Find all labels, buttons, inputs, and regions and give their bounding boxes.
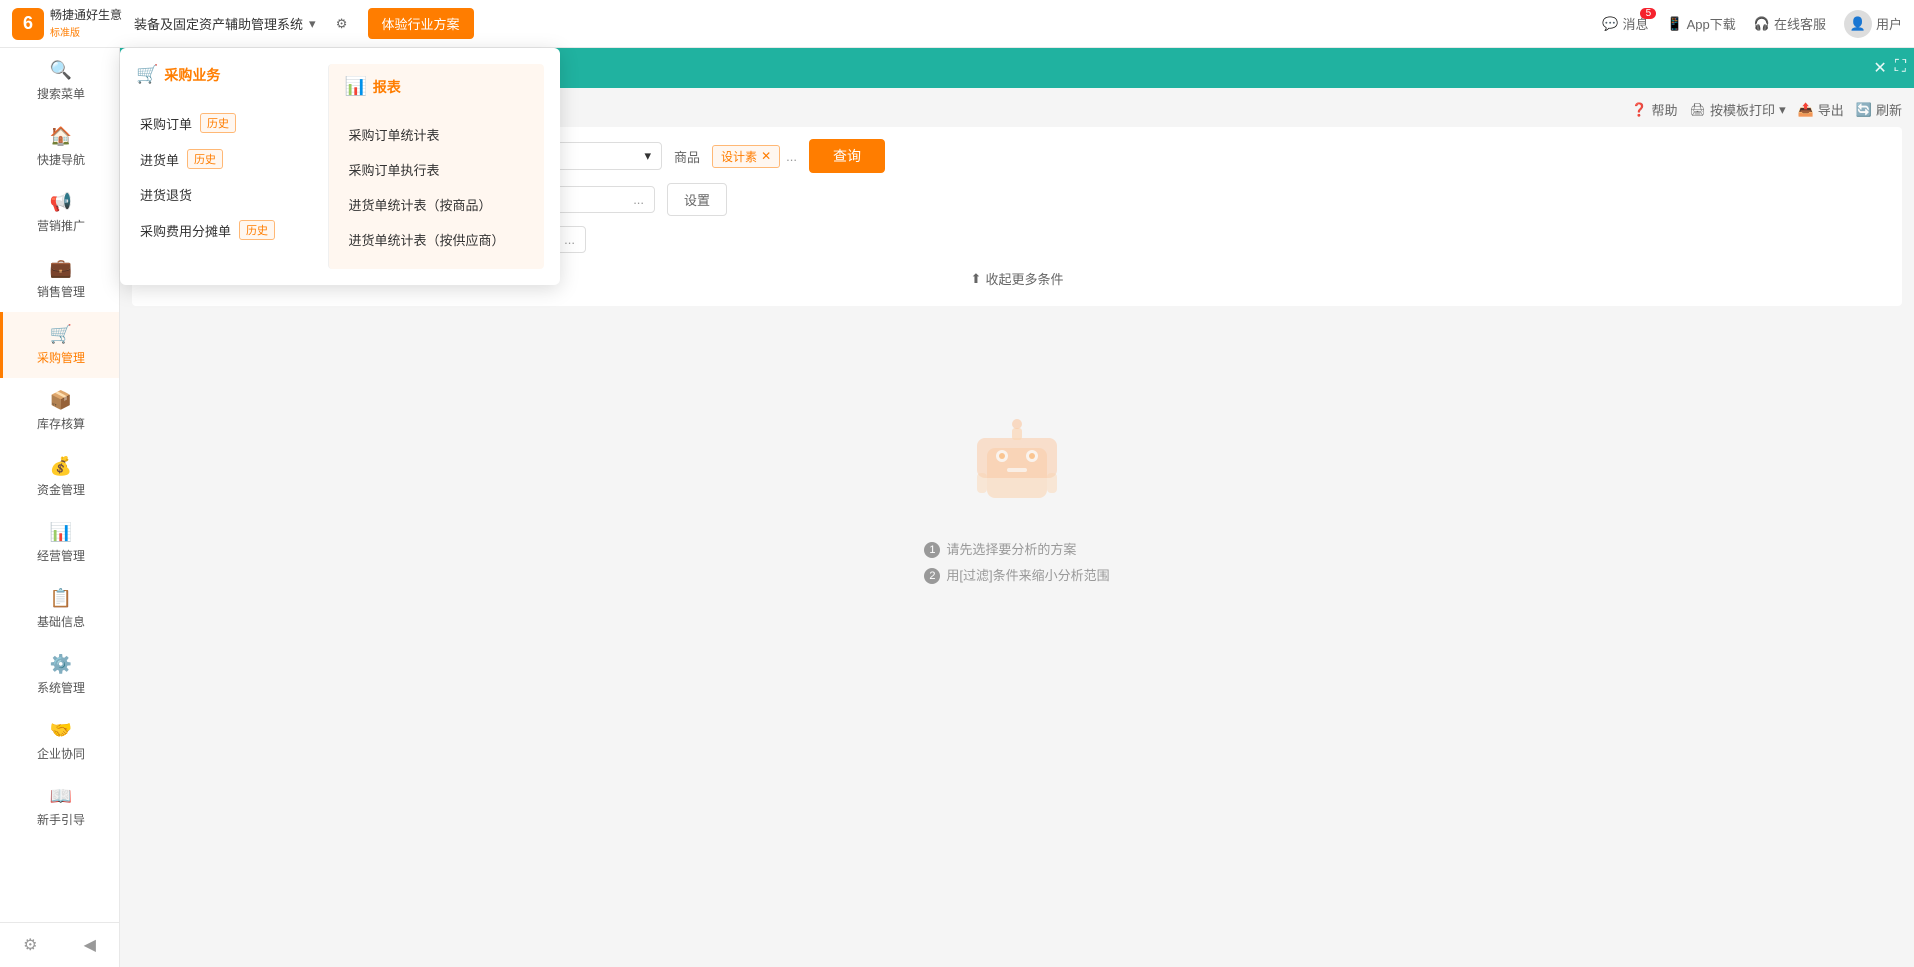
megaphone-icon: 📢 [50,192,72,213]
clipboard-icon: 📋 [50,588,72,609]
set-button[interactable]: 设置 [667,183,727,216]
menu-item-purchase-order-exec[interactable]: 采购订单执行表 [345,152,529,187]
goods-tag[interactable]: 设计素 ✕ [712,145,780,168]
top-bar: 6 畅捷通好生意 标准版 装备及固定资产辅助管理系统 ▾ ⚙ 体验行业方案 💬 … [0,0,1914,48]
print-icon: 🖨 [1690,102,1707,118]
book-icon: 📖 [50,786,72,807]
sidebar-item-cooperation[interactable]: 🤝 企业协同 [0,708,119,774]
sidebar-item-system[interactable]: ⚙️ 系统管理 [0,642,119,708]
tab-close-window-button[interactable]: ✕ [1873,58,1886,78]
logo-icon: 6 [12,8,44,40]
menu-item-incoming[interactable]: 进货单 历史 [136,141,320,177]
print-dropdown-icon[interactable]: ▾ [1779,102,1786,118]
empty-illustration [957,398,1077,521]
report-section-title: 📊 报表 [345,76,529,105]
user-menu-button[interactable]: 👤 用户 [1844,10,1902,38]
box-icon: 📦 [50,390,72,411]
app-download-button[interactable]: 📱 App下载 [1666,14,1735,33]
purchase-menu-section: 🛒 采购业务 采购订单 历史 进货单 历史 进货退货 采购费用分摊单 历史 [136,64,320,269]
menu-item-expense[interactable]: 采购费用分摊单 历史 [136,212,320,248]
system-dropdown-icon[interactable]: ▾ [309,16,316,32]
sidebar-item-marketing[interactable]: 📢 营销推广 [0,180,119,246]
home-icon: 🏠 [50,126,72,147]
empty-state: 1 请先选择要分析的方案 2 用[过滤]条件来缩小分析范围 [132,318,1902,669]
tab-maximize-button[interactable]: ⛶ [1895,58,1906,78]
message-icon: 💬 [1602,16,1618,32]
goods-tag-close[interactable]: ✕ [761,149,771,163]
sidebar-settings-button[interactable]: ⚙ [23,935,37,955]
export-button[interactable]: 📤 导出 [1798,100,1844,119]
refresh-icon: 🔄 [1856,102,1872,118]
collapse-up-icon: ⬆ [971,271,982,287]
gear-sidebar-icon: ⚙️ [50,654,72,675]
report-section-icon: 📊 [345,76,367,97]
empty-hints: 1 请先选择要分析的方案 2 用[过滤]条件来缩小分析范围 [924,537,1109,589]
sidebar-item-inventory[interactable]: 📦 库存核算 [0,378,119,444]
goods-label: 商品 [674,147,700,166]
handshake-icon: 🤝 [50,720,72,741]
industry-button[interactable]: 体验行业方案 [368,8,474,39]
gear-button[interactable]: ⚙ [328,10,356,38]
sidebar-item-quick[interactable]: 🏠 快捷导航 [0,114,119,180]
sidebar-item-operation[interactable]: 📊 经营管理 [0,510,119,576]
sidebar: 🔍 搜索菜单 🏠 快捷导航 📢 营销推广 💼 销售管理 🛒 采购管理 📦 库存核… [0,48,120,967]
sidebar-item-newbie[interactable]: 📖 新手引导 [0,774,119,840]
sidebar-item-purchase[interactable]: 🛒 采购管理 [0,312,119,378]
sidebar-item-search[interactable]: 🔍 搜索菜单 [0,48,119,114]
salesperson-dots: ... [633,192,644,207]
headset-icon: 🎧 [1754,16,1770,32]
top-right-area: 💬 消息 5 📱 App下载 🎧 在线客服 👤 用户 [1602,10,1902,38]
chart-icon: 📊 [50,522,72,543]
phone-icon: 📱 [1666,16,1682,32]
customer-dots: ... [564,232,575,247]
goods-dots[interactable]: ... [786,149,797,164]
money-icon: 💰 [50,456,72,477]
history-badge-0: 历史 [200,113,236,133]
refresh-button[interactable]: 🔄 刷新 [1856,100,1902,119]
menu-item-incoming-by-supplier[interactable]: 进货单统计表（按供应商） [345,222,529,257]
purchase-dropdown-menu: 🛒 采购业务 采购订单 历史 进货单 历史 进货退货 采购费用分摊单 历史 📊 … [120,48,560,285]
cart-icon: 🛒 [50,324,72,345]
hint-item-2: 2 用[过滤]条件来缩小分析范围 [924,563,1109,589]
purchase-section-icon: 🛒 [136,64,158,85]
sidebar-collapse-button[interactable]: ◀ [84,935,96,955]
history-badge-3: 历史 [239,220,275,240]
query-button[interactable]: 查询 [809,139,885,173]
message-button[interactable]: 💬 消息 5 [1602,14,1648,33]
menu-item-purchase-order-stats[interactable]: 采购订单统计表 [345,117,529,152]
print-button[interactable]: 🖨 按模板打印 ▾ [1690,100,1786,119]
logo-area: 6 畅捷通好生意 标准版 [12,8,122,40]
system-title: 装备及固定资产辅助管理系统 ▾ [134,14,316,33]
menu-item-purchase-order[interactable]: 采购订单 历史 [136,105,320,141]
help-button[interactable]: ❓ 帮助 [1631,100,1677,119]
purchase-section-title: 🛒 采购业务 [136,64,320,93]
hint-item-1: 1 请先选择要分析的方案 [924,537,1109,563]
message-badge: 5 [1640,8,1656,19]
search-icon: 🔍 [50,60,72,81]
help-icon: ❓ [1631,102,1647,118]
goods-filter: 设计素 ✕ ... [712,145,797,168]
sidebar-item-finance[interactable]: 💰 资金管理 [0,444,119,510]
online-service-button[interactable]: 🎧 在线客服 [1754,14,1826,33]
logo-text: 畅捷通好生意 [50,8,122,24]
logo-badge: 标准版 [50,24,122,39]
menu-item-return[interactable]: 进货退货 [136,177,320,212]
sidebar-item-basic[interactable]: 📋 基础信息 [0,576,119,642]
history-badge-1: 历史 [187,149,223,169]
menu-item-incoming-by-goods[interactable]: 进货单统计表（按商品） [345,187,529,222]
tab-actions: ✕ ⛶ [1873,58,1906,78]
export-icon: 📤 [1798,102,1814,118]
user-avatar: 👤 [1844,10,1872,38]
briefcase-icon: 💼 [50,258,72,279]
sidebar-item-sales[interactable]: 💼 销售管理 [0,246,119,312]
report-menu-section: 📊 报表 采购订单统计表 采购订单执行表 进货单统计表（按商品） 进货单统计表（… [328,64,545,269]
sidebar-bottom: ⚙ ◀ [0,922,119,967]
